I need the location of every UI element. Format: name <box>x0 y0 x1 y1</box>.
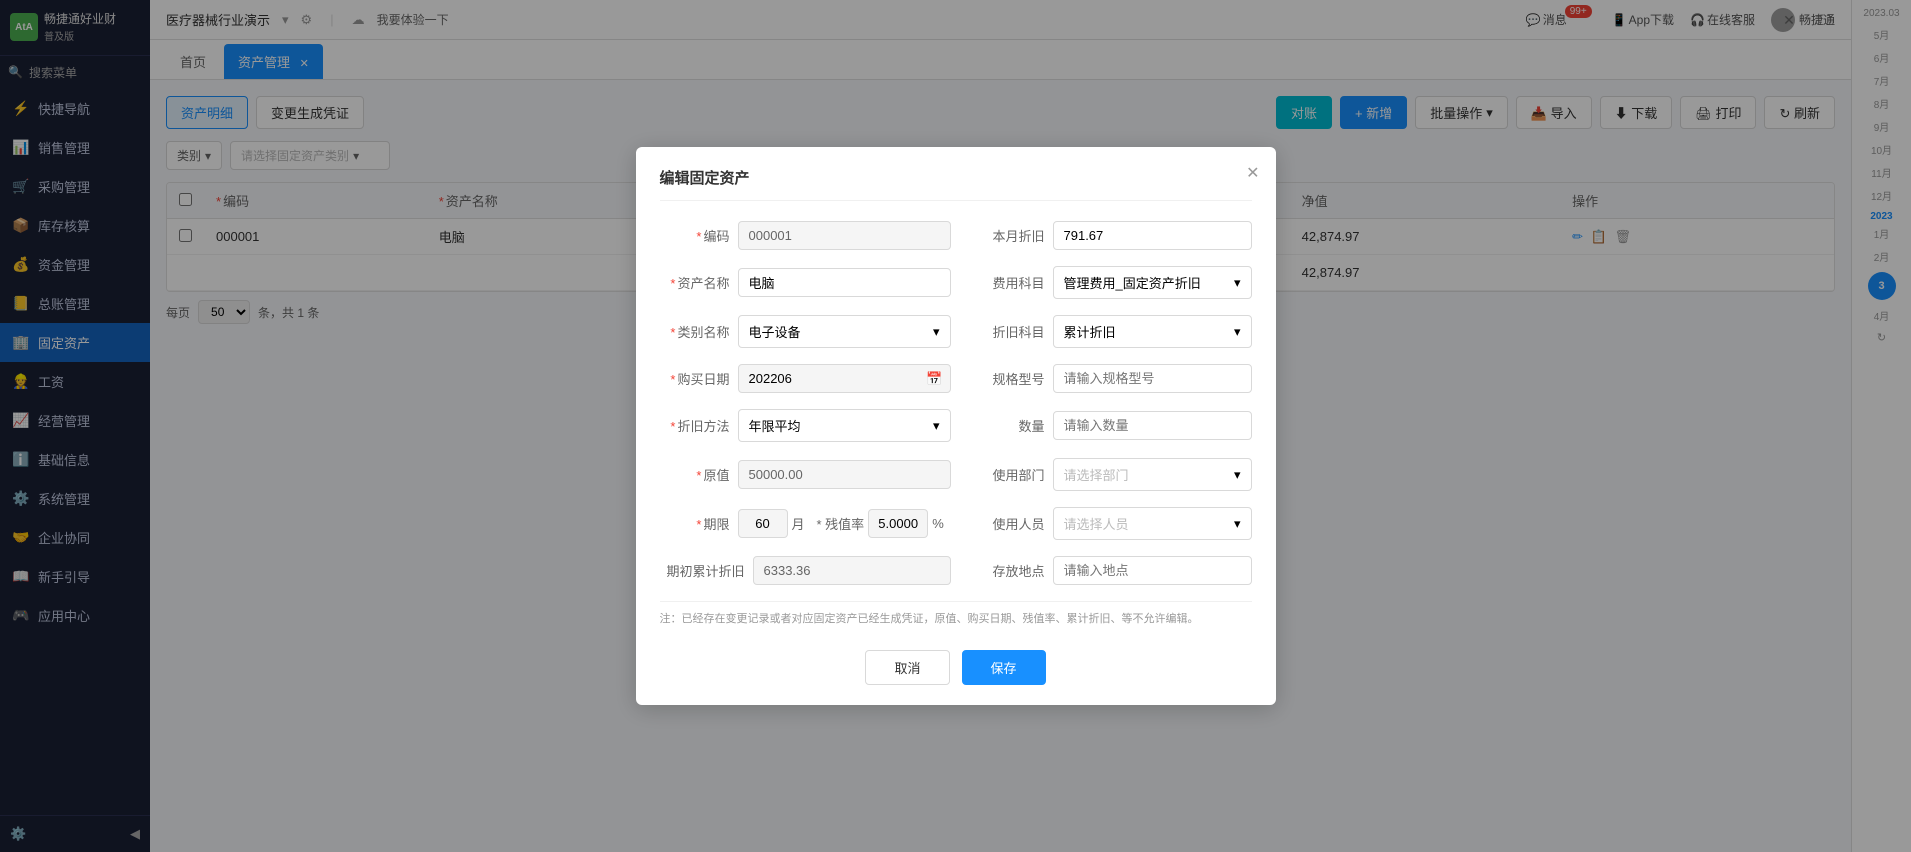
dep-method-field: *折旧方法 年限平均 ▾ <box>660 409 951 442</box>
period-label: *期限 <box>660 514 730 533</box>
storage-label: 存放地点 <box>975 561 1045 580</box>
dep-method-select[interactable]: 年限平均 ▾ <box>738 409 951 442</box>
residual-rate-unit: % <box>932 516 944 531</box>
quantity-field: 数量 <box>975 409 1252 442</box>
original-value-field: *原值 <box>660 458 951 491</box>
category-select[interactable]: 电子设备 ▾ <box>738 315 951 348</box>
department-field: 使用部门 请选择部门 ▾ <box>975 458 1252 491</box>
period-accumulated-input[interactable] <box>753 556 951 585</box>
storage-field: 存放地点 <box>975 556 1252 585</box>
spec-label: 规格型号 <box>975 369 1045 388</box>
period-row: 月 * 残值率 % <box>738 509 944 538</box>
dep-account-select[interactable]: 累计折旧 ▾ <box>1053 315 1252 348</box>
category-dropdown-icon: ▾ <box>933 324 940 340</box>
this-month-depreciation-field: 本月折旧 <box>975 221 1252 250</box>
code-label: *编码 <box>660 226 730 245</box>
employee-select[interactable]: 请选择人员 ▾ <box>1053 507 1252 540</box>
save-button[interactable]: 保存 <box>962 650 1046 685</box>
purchase-date-field: *购买日期 📅 <box>660 364 951 393</box>
asset-name-input[interactable] <box>738 268 951 297</box>
purchase-date-input[interactable] <box>738 364 951 393</box>
this-month-dep-input[interactable] <box>1053 221 1252 250</box>
this-month-dep-label: 本月折旧 <box>975 226 1045 245</box>
expense-account-field: 费用科目 管理费用_固定资产折旧 ▾ <box>975 266 1252 299</box>
spec-field: 规格型号 <box>975 364 1252 393</box>
original-value-label: *原值 <box>660 465 730 484</box>
purchase-date-wrapper: 📅 <box>738 364 951 393</box>
period-input[interactable] <box>738 509 788 538</box>
code-field: *编码 <box>660 221 951 250</box>
calendar-icon: 📅 <box>926 371 942 387</box>
dialog-overlay: 编辑固定资产 ✕ *编码 本月折旧 *资产名称 <box>0 0 1911 852</box>
expense-account-select[interactable]: 管理费用_固定资产折旧 ▾ <box>1053 266 1252 299</box>
department-label: 使用部门 <box>975 465 1045 484</box>
asset-name-field: *资产名称 <box>660 266 951 299</box>
employee-label: 使用人员 <box>975 514 1045 533</box>
residual-rate-input[interactable] <box>868 509 928 538</box>
dialog-title: 编辑固定资产 <box>660 167 1252 201</box>
depreciation-account-field: 折旧科目 累计折旧 ▾ <box>975 315 1252 348</box>
spec-input[interactable] <box>1053 364 1252 393</box>
dialog-note: 注：已经存在变更记录或者对应固定资产已经生成凭证，原值、购买日期、残值率、累计折… <box>660 601 1252 634</box>
dialog-footer: 取消 保存 <box>660 650 1252 685</box>
period-unit: 月 <box>792 514 805 533</box>
employee-field: 使用人员 请选择人员 ▾ <box>975 507 1252 540</box>
dep-account-label: 折旧科目 <box>975 322 1045 341</box>
department-dropdown-icon: ▾ <box>1234 467 1241 483</box>
dep-method-label: *折旧方法 <box>660 416 730 435</box>
residual-rate-label: * 残值率 <box>817 514 865 533</box>
expense-account-dropdown-icon: ▾ <box>1234 275 1241 291</box>
cancel-button[interactable]: 取消 <box>865 650 949 685</box>
asset-name-label: *资产名称 <box>660 273 730 292</box>
dialog-form: *编码 本月折旧 *资产名称 费用科目 管理费用_固定资产折旧 <box>660 221 1252 585</box>
edit-dialog: 编辑固定资产 ✕ *编码 本月折旧 *资产名称 <box>636 147 1276 705</box>
expense-account-label: 费用科目 <box>975 273 1045 292</box>
original-value-input[interactable] <box>738 460 951 489</box>
period-residual-field: *期限 月 * 残值率 % <box>660 507 951 540</box>
dialog-close-btn[interactable]: ✕ <box>1246 163 1259 183</box>
category-name-label: *类别名称 <box>660 322 730 341</box>
dep-method-dropdown-icon: ▾ <box>933 418 940 434</box>
employee-dropdown-icon: ▾ <box>1234 516 1241 532</box>
period-accumulated-label: 期初累计折旧 <box>660 561 745 580</box>
period-accumulated-field: 期初累计折旧 <box>660 556 951 585</box>
purchase-date-label: *购买日期 <box>660 369 730 388</box>
category-name-field: *类别名称 电子设备 ▾ <box>660 315 951 348</box>
storage-input[interactable] <box>1053 556 1252 585</box>
quantity-label: 数量 <box>975 416 1045 435</box>
department-select[interactable]: 请选择部门 ▾ <box>1053 458 1252 491</box>
code-input[interactable] <box>738 221 951 250</box>
quantity-input[interactable] <box>1053 411 1252 440</box>
dep-account-dropdown-icon: ▾ <box>1234 324 1241 340</box>
